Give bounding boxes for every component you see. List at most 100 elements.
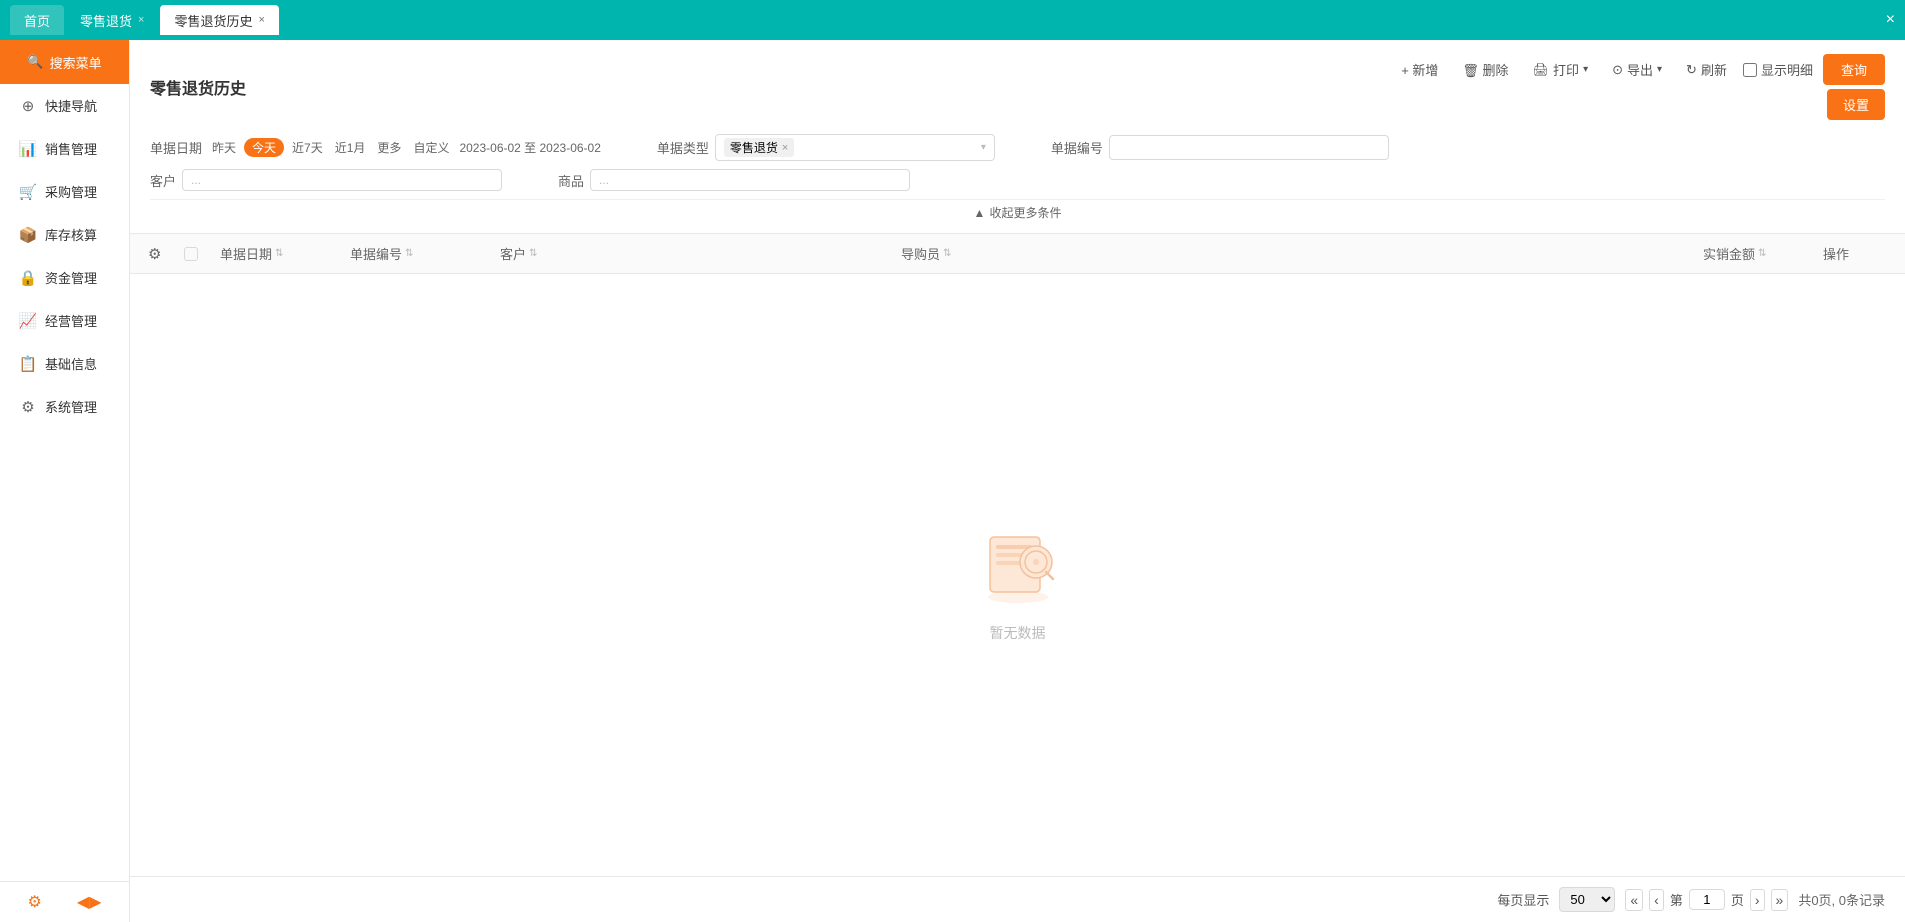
page-header: 零售退货历史 + 新增 🗑 删除 🖨 🖨 打印 打印 ▾ ⊙ 导出 ▾ [130,40,1905,234]
print-dropdown-icon: ▾ [1583,64,1588,75]
sidebar-nav: ⊕ 快捷导航 📊 销售管理 🛒 采购管理 📦 库存核算 🔒 资金管理 📈 [0,84,129,881]
sales-icon: 📊 [19,140,37,158]
sidebar-item-sales-mgmt[interactable]: 📊 销售管理 [0,127,129,170]
refresh-button[interactable]: ↻ 刷新 [1678,56,1735,83]
sidebar-item-system-mgmt[interactable]: ⚙ 系统管理 [0,385,129,428]
sidebar-item-basic-info[interactable]: 📋 基础信息 [0,342,129,385]
show-detail-checkbox[interactable] [1743,63,1757,77]
date-filter-label: 单据日期 [150,138,202,157]
sidebar-item-quick-nav[interactable]: ⊕ 快捷导航 [0,84,129,127]
page-size-select[interactable]: 10 20 50 100 [1559,887,1615,912]
tab-retail-return-history[interactable]: 零售退货历史 × [160,5,278,35]
prev-page-button[interactable]: ‹ [1649,889,1664,911]
tab-home-label: 首页 [24,11,50,30]
purchase-icon: 🛒 [19,183,37,201]
tab-retail-return-history-label: 零售退货历史 [174,11,252,30]
bill-type-tag-text: 零售退货 [730,139,778,156]
window-close-icon[interactable]: × [1886,11,1895,29]
sidebar-item-purchase-label: 采购管理 [45,182,97,201]
top-bar: 首页 零售退货 × 零售退货历史 × × [0,0,1905,40]
filter-date: 单据日期 昨天 今天 近7天 近1月 更多 自定义 2023-06-02 至 2… [150,138,601,157]
goods-input[interactable]: ... [590,169,910,191]
print-icon: 🖨 [1533,62,1550,78]
tab-retail-return[interactable]: 零售退货 × [66,5,158,35]
export-button[interactable]: ⊙ 导出 ▾ [1604,56,1670,83]
date-btn-today[interactable]: 今天 [244,138,284,157]
sidebar-item-operation-mgmt[interactable]: 📈 经营管理 [0,299,129,342]
sidebar-audio-icon[interactable]: ◀▶ [77,892,102,912]
page-title-row: 零售退货历史 + 新增 🗑 删除 🖨 🖨 打印 打印 ▾ ⊙ 导出 ▾ [150,54,1885,120]
th-date: 单据日期 ⇅ [212,244,342,263]
refresh-icon: ↻ [1686,62,1697,78]
tab-retail-return-close[interactable]: × [138,14,144,26]
sidebar-item-finance-label: 资金管理 [45,268,97,287]
th-guide-sort-icon[interactable]: ⇅ [943,248,951,259]
delete-button[interactable]: 🗑 删除 [1454,56,1516,83]
bill-type-tag-close[interactable]: × [782,142,788,154]
system-icon: ⚙ [19,398,37,416]
bill-no-input[interactable] [1109,135,1389,160]
tab-retail-return-label: 零售退货 [80,11,132,30]
export-icon: ⊙ [1612,62,1623,78]
table-container: ⚙ 单据日期 ⇅ 单据编号 ⇅ 客户 ⇅ 导购员 [130,234,1905,876]
customer-input[interactable]: ... [182,169,502,191]
bill-type-label: 单据类型 [657,138,709,157]
th-date-label: 单据日期 [220,244,272,263]
basic-info-icon: 📋 [19,355,37,373]
first-page-button[interactable]: « [1625,889,1643,911]
query-settings-buttons: 查询 设置 [1823,54,1885,120]
page-number-input[interactable] [1689,889,1725,910]
date-btn-7days[interactable]: 近7天 [288,138,327,157]
tab-home[interactable]: 首页 [10,5,64,35]
bill-type-input[interactable]: 零售退货 × ▾ [715,134,995,161]
date-btn-more[interactable]: 更多 [373,138,405,157]
sidebar-search[interactable]: 🔍 搜索菜单 [0,40,129,84]
show-detail-label[interactable]: 显示明细 [1743,60,1813,79]
total-info: 共0页, 0条记录 [1798,890,1885,909]
next-page-button[interactable]: › [1750,889,1765,911]
customer-placeholder: ... [191,173,201,187]
inventory-icon: 📦 [19,226,37,244]
customer-label: 客户 [150,171,176,190]
add-button[interactable]: + 新增 [1393,56,1446,83]
th-amount-sort-icon[interactable]: ⇅ [1758,248,1766,259]
th-amount: 实销金额 ⇅ [1695,244,1815,263]
th-checkbox [176,247,212,261]
bill-type-dropdown-icon[interactable]: ▾ [981,142,986,153]
page-size-label: 每页显示 [1497,890,1549,909]
th-amount-label: 实销金额 [1703,244,1755,263]
filter-row-2: 客户 ... 商品 ... [150,169,1885,191]
settings-button[interactable]: 设置 [1827,89,1885,120]
date-btn-yesterday[interactable]: 昨天 [208,138,240,157]
sidebar-item-system-label: 系统管理 [45,397,97,416]
query-button[interactable]: 查询 [1823,54,1885,85]
tab-retail-return-history-close[interactable]: × [258,14,264,26]
filter-bill-no: 单据编号 [1051,135,1389,160]
th-date-sort-icon[interactable]: ⇅ [275,248,283,259]
date-btn-1month[interactable]: 近1月 [331,138,370,157]
th-settings: ⚙ [140,245,176,263]
th-customer-sort-icon[interactable]: ⇅ [529,248,537,259]
th-customer: 客户 ⇅ [492,244,893,263]
collapse-button[interactable]: ▲ 收起更多条件 [150,199,1885,225]
filter-customer: 客户 ... [150,169,502,191]
sidebar-item-inventory-calc[interactable]: 📦 库存核算 [0,213,129,256]
page-prefix: 第 [1670,890,1683,909]
last-page-button[interactable]: » [1771,889,1789,911]
th-guide: 导购员 ⇅ [893,244,1294,263]
empty-text: 暂无数据 [990,623,1046,643]
select-all-checkbox[interactable] [184,247,198,261]
sidebar-item-quick-nav-label: 快捷导航 [45,96,97,115]
th-billno-sort-icon[interactable]: ⇅ [405,248,413,259]
column-settings-icon[interactable]: ⚙ [148,245,161,263]
search-icon: 🔍 [27,54,43,70]
page-title: 零售退货历史 [150,75,246,99]
pagination-footer: 每页显示 10 20 50 100 « ‹ 第 页 › » 共0页, 0条记录 [130,876,1905,922]
sidebar-item-purchase-mgmt[interactable]: 🛒 采购管理 [0,170,129,213]
quick-nav-icon: ⊕ [19,97,37,115]
filter-goods: 商品 ... [558,169,910,191]
sidebar-settings-icon[interactable]: ⚙ [28,892,42,912]
print-button[interactable]: 🖨 🖨 打印 打印 ▾ [1525,56,1597,83]
date-btn-custom[interactable]: 自定义 [409,138,453,157]
sidebar-item-finance-mgmt[interactable]: 🔒 资金管理 [0,256,129,299]
